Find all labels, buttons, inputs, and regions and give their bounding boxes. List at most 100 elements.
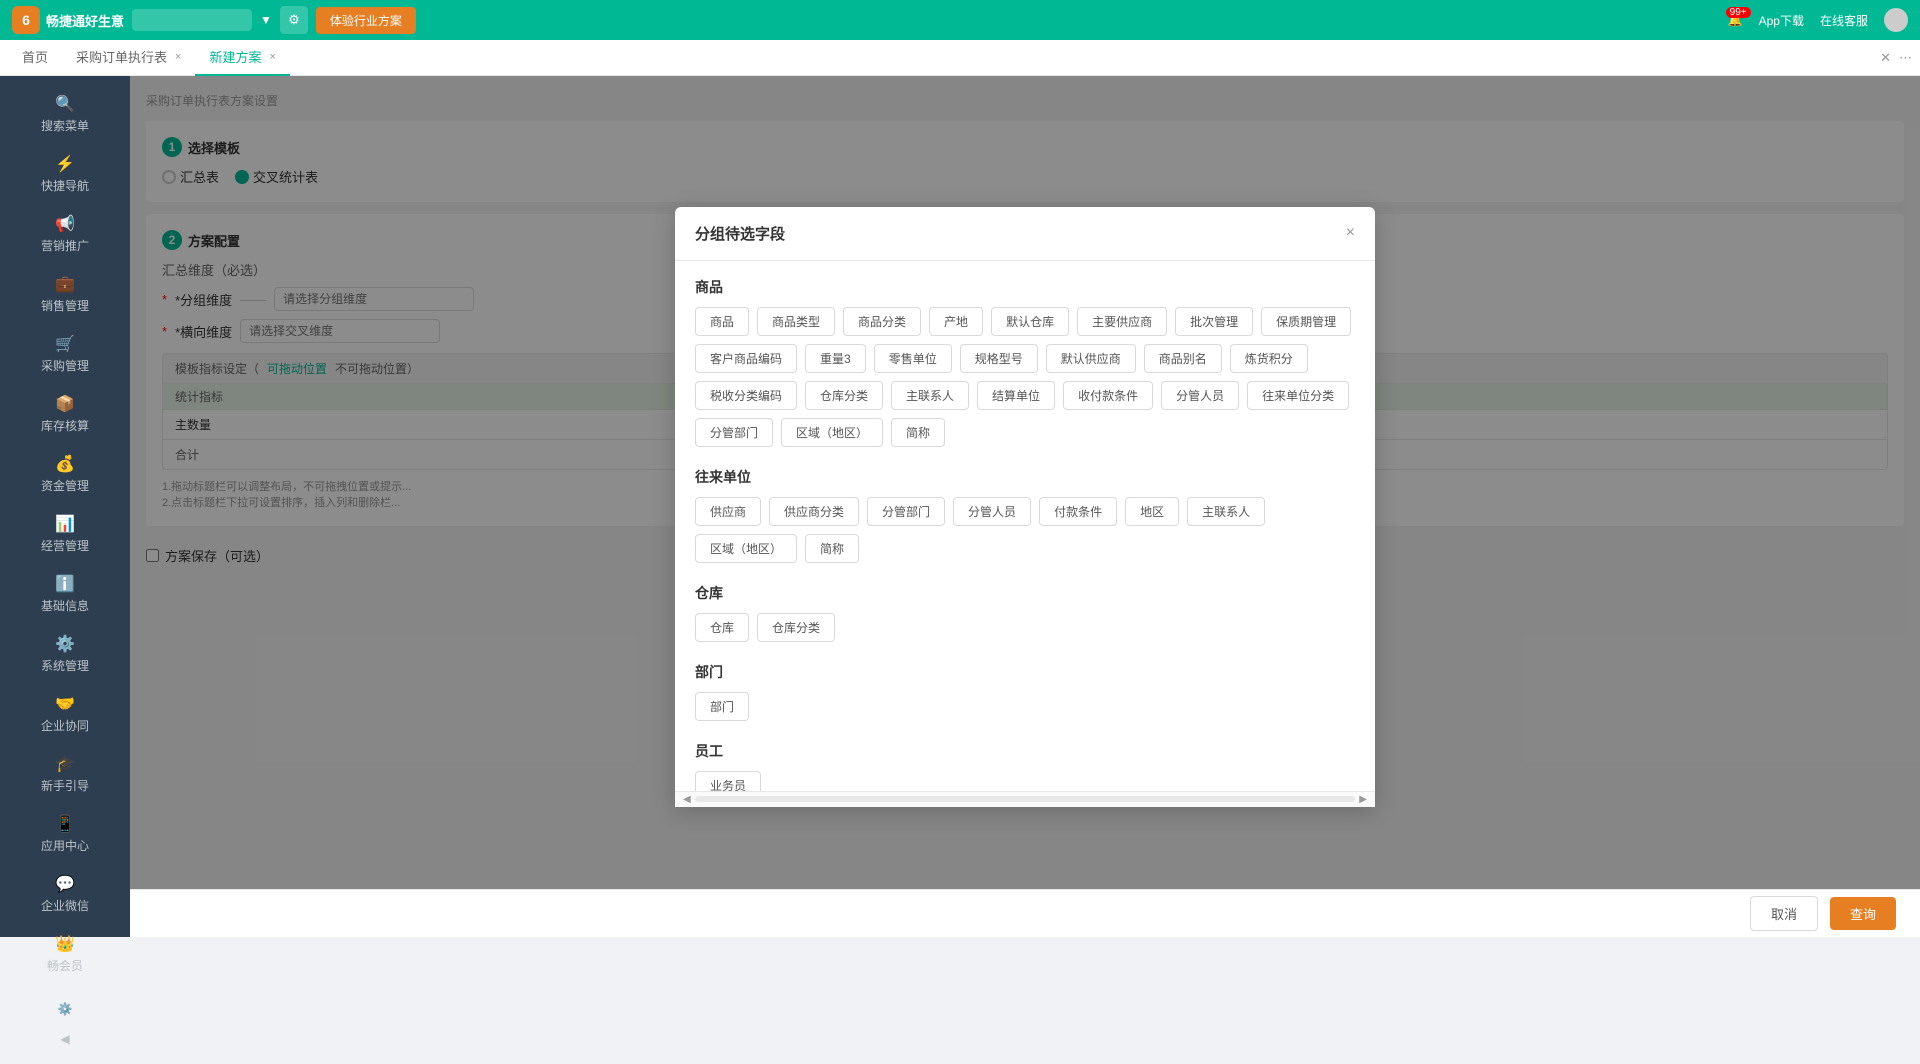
chip-goods-16[interactable]: 仓库分类 xyxy=(805,381,883,410)
sidebar-item-vip-label: 畅会员 xyxy=(47,957,83,974)
modal-footer-scroll: ◀ ▶ xyxy=(675,791,1375,807)
chip-partner-3[interactable]: 分管人员 xyxy=(953,497,1031,526)
operations-icon: 📊 xyxy=(55,514,75,534)
chip-goods-10[interactable]: 零售单位 xyxy=(874,344,952,373)
chip-warehouse-0[interactable]: 仓库 xyxy=(695,613,749,642)
chip-goods-12[interactable]: 默认供应商 xyxy=(1046,344,1136,373)
sidebar-bottom-settings[interactable]: ⚙️ xyxy=(0,994,130,1024)
sidebar-item-marketing[interactable]: 📢 营销推广 xyxy=(0,204,130,264)
modal-close-btn[interactable]: × xyxy=(1346,224,1355,242)
section-goods-title: 商品 xyxy=(695,277,1355,297)
chip-goods-20[interactable]: 分管人员 xyxy=(1161,381,1239,410)
chip-goods-22[interactable]: 分管部门 xyxy=(695,418,773,447)
vip-icon: 👑 xyxy=(55,934,75,954)
sidebar-item-corp-wechat-label: 企业微信 xyxy=(41,897,89,914)
chip-goods-14[interactable]: 炼货积分 xyxy=(1230,344,1308,373)
sidebar-item-corp-wechat[interactable]: 💬 企业微信 xyxy=(0,864,130,924)
tab-purchase-label: 采购订单执行表 xyxy=(76,47,167,66)
logo-text: 畅捷通好生意 xyxy=(46,11,124,30)
sidebar-item-vip[interactable]: 👑 畅会员 xyxy=(0,924,130,984)
sidebar-item-sales[interactable]: 💼 销售管理 xyxy=(0,264,130,324)
nav-search-input[interactable] xyxy=(132,9,252,31)
chip-partner-1[interactable]: 供应商分类 xyxy=(769,497,859,526)
chip-warehouse-1[interactable]: 仓库分类 xyxy=(757,613,835,642)
chip-partner-4[interactable]: 付款条件 xyxy=(1039,497,1117,526)
chip-goods-18[interactable]: 结算单位 xyxy=(977,381,1055,410)
tab-home-label: 首页 xyxy=(22,47,48,66)
trial-button[interactable]: 体验行业方案 xyxy=(316,7,416,34)
chip-goods-15[interactable]: 税收分类编码 xyxy=(695,381,797,410)
sidebar-item-app-center[interactable]: 📱 应用中心 xyxy=(0,804,130,864)
chip-partner-0[interactable]: 供应商 xyxy=(695,497,761,526)
chip-goods-8[interactable]: 客户商品编码 xyxy=(695,344,797,373)
sidebar-item-inventory-label: 库存核算 xyxy=(41,417,89,434)
chip-goods-23[interactable]: 区域（地区） xyxy=(781,418,883,447)
chip-dept-0[interactable]: 部门 xyxy=(695,692,749,721)
notification-area[interactable]: 🔔 99+ xyxy=(1728,13,1743,27)
chip-goods-9[interactable]: 重量3 xyxy=(805,344,866,373)
chip-goods-24[interactable]: 简称 xyxy=(891,418,945,447)
online-service-link[interactable]: 在线客服 xyxy=(1820,12,1868,29)
chip-goods-3[interactable]: 产地 xyxy=(929,307,983,336)
sidebar-item-inventory[interactable]: 📦 库存核算 xyxy=(0,384,130,444)
search-icon: 🔍 xyxy=(55,94,75,114)
sidebar-item-system-label: 系统管理 xyxy=(41,657,89,674)
chip-goods-13[interactable]: 商品别名 xyxy=(1144,344,1222,373)
sidebar-item-newbie-label: 新手引导 xyxy=(41,777,89,794)
chip-partner-8[interactable]: 简称 xyxy=(805,534,859,563)
app-download-link[interactable]: App下载 xyxy=(1759,12,1804,29)
avatar[interactable] xyxy=(1884,8,1908,32)
chip-goods-11[interactable]: 规格型号 xyxy=(960,344,1038,373)
chip-goods-5[interactable]: 主要供应商 xyxy=(1077,307,1167,336)
sidebar-item-basic-info[interactable]: ℹ️ 基础信息 xyxy=(0,564,130,624)
scroll-left-arrow[interactable]: ◀ xyxy=(679,794,695,805)
sidebar-item-operations-label: 经营管理 xyxy=(41,537,89,554)
modal-header: 分组待选字段 × xyxy=(675,207,1375,261)
tab-bar-close[interactable]: ✕ xyxy=(1880,50,1891,66)
tab-bar-more[interactable]: ⋯ xyxy=(1899,50,1912,66)
chip-partner-7[interactable]: 区域（地区） xyxy=(695,534,797,563)
confirm-button[interactable]: 查询 xyxy=(1830,897,1896,930)
sidebar-item-system[interactable]: ⚙️ 系统管理 xyxy=(0,624,130,684)
sidebar-item-finance[interactable]: 💰 资金管理 xyxy=(0,444,130,504)
tab-purchase[interactable]: 采购订单执行表 × xyxy=(62,39,195,76)
chip-staff-0[interactable]: 业务员 xyxy=(695,771,761,791)
chip-partner-5[interactable]: 地区 xyxy=(1125,497,1179,526)
chip-partner-6[interactable]: 主联系人 xyxy=(1187,497,1265,526)
sidebar-item-purchase[interactable]: 🛒 采购管理 xyxy=(0,324,130,384)
chip-goods-6[interactable]: 批次管理 xyxy=(1175,307,1253,336)
chip-goods-21[interactable]: 往来单位分类 xyxy=(1247,381,1349,410)
sidebar-collapse-btn[interactable]: ◀ xyxy=(0,1024,130,1054)
horizontal-scroll-track[interactable] xyxy=(695,796,1356,802)
chip-partner-2[interactable]: 分管部门 xyxy=(867,497,945,526)
chip-goods-2[interactable]: 商品分类 xyxy=(843,307,921,336)
section-department-title: 部门 xyxy=(695,662,1355,682)
purchase-icon: 🛒 xyxy=(55,334,75,354)
corp-wechat-icon: 💬 xyxy=(55,874,75,894)
modal-body[interactable]: 商品 商品 商品类型 商品分类 产地 默认仓库 主要供应商 批次管理 保质期管理… xyxy=(675,261,1375,791)
tab-home[interactable]: 首页 xyxy=(8,39,62,76)
sidebar-item-corp-collab[interactable]: 🤝 企业协同 xyxy=(0,684,130,744)
chip-goods-17[interactable]: 主联系人 xyxy=(891,381,969,410)
tab-purchase-close[interactable]: × xyxy=(175,51,181,63)
chip-goods-7[interactable]: 保质期管理 xyxy=(1261,307,1351,336)
cancel-button[interactable]: 取消 xyxy=(1750,896,1818,931)
chip-goods-1[interactable]: 商品类型 xyxy=(757,307,835,336)
tab-new-scheme-close[interactable]: × xyxy=(269,51,275,63)
section-partner: 往来单位 供应商 供应商分类 分管部门 分管人员 付款条件 地区 主联系人 区域… xyxy=(695,467,1355,563)
chip-goods-4[interactable]: 默认仓库 xyxy=(991,307,1069,336)
chip-goods-0[interactable]: 商品 xyxy=(695,307,749,336)
logo-icon: 6 xyxy=(12,6,40,34)
sidebar-item-app-center-label: 应用中心 xyxy=(41,837,89,854)
sidebar-item-marketing-label: 营销推广 xyxy=(41,237,89,254)
sidebar-item-search[interactable]: 🔍 搜索菜单 xyxy=(0,84,130,144)
nav-dropdown-arrow[interactable]: ▼ xyxy=(260,13,272,27)
scroll-right-arrow[interactable]: ▶ xyxy=(1355,794,1371,805)
sidebar-item-newbie[interactable]: 🎓 新手引导 xyxy=(0,744,130,804)
sidebar-item-operations[interactable]: 📊 经营管理 xyxy=(0,504,130,564)
modal-dialog: 分组待选字段 × 商品 商品 商品类型 商品分类 产地 默认仓库 xyxy=(675,207,1375,807)
gear-icon[interactable]: ⚙ xyxy=(280,6,308,34)
tab-new-scheme[interactable]: 新建方案 × xyxy=(195,39,289,76)
sidebar-item-quick-nav[interactable]: ⚡ 快捷导航 xyxy=(0,144,130,204)
chip-goods-19[interactable]: 收付款条件 xyxy=(1063,381,1153,410)
